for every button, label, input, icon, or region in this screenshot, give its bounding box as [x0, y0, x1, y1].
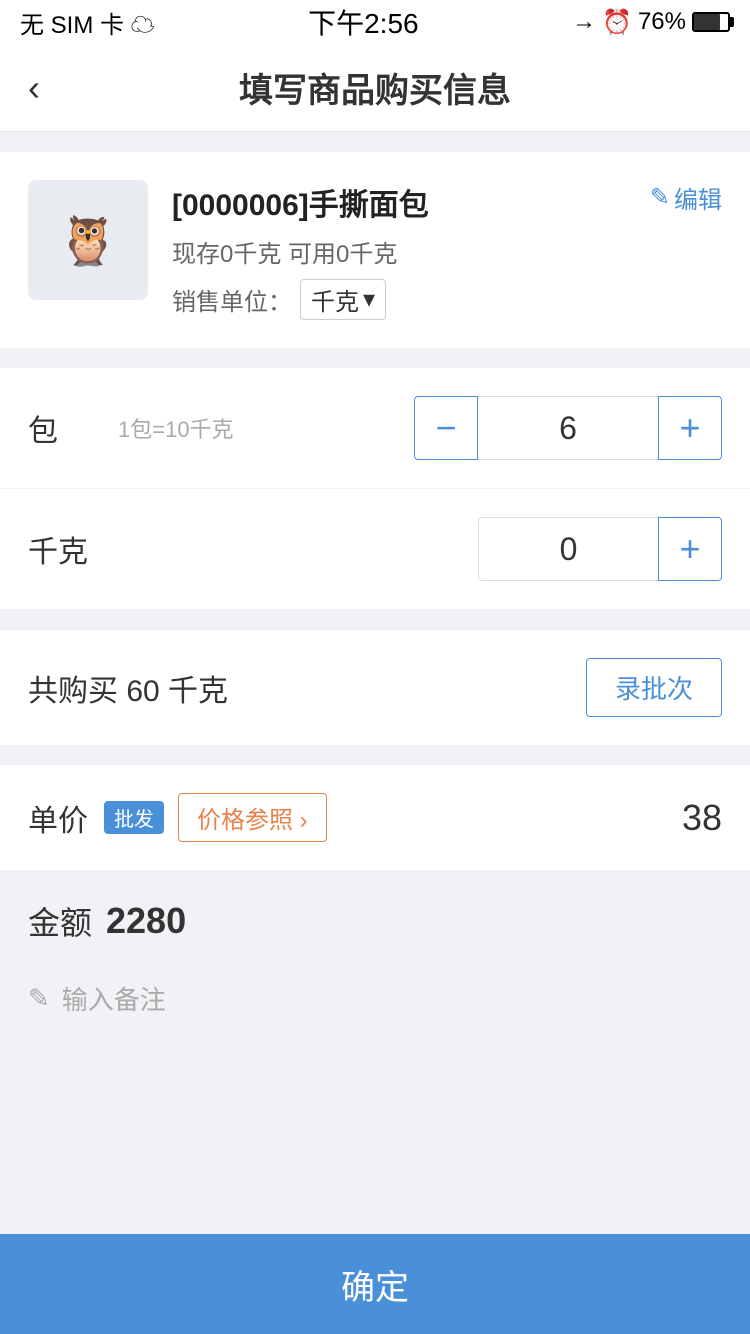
edit-label: 编辑: [674, 180, 722, 215]
product-logo: 🦉: [58, 212, 118, 269]
product-thumbnail: 🦉: [28, 180, 148, 300]
kg-plus-button[interactable]: +: [658, 517, 722, 581]
quantity-section: 包 1包=10千克 − + 千克 +: [0, 368, 750, 610]
quantity-kg-row: 千克 +: [0, 489, 750, 610]
batch-button[interactable]: 录批次: [586, 658, 722, 717]
battery-percent: 76%: [638, 8, 686, 36]
unit-select[interactable]: 千克 ▾: [300, 279, 386, 320]
total-row: 共购买 60 千克 录批次: [0, 630, 750, 745]
price-ref-button[interactable]: 价格参照 ›: [178, 793, 327, 842]
product-stock: 现存0千克 可用0千克: [172, 234, 722, 269]
edit-button[interactable]: ✎ 编辑: [650, 180, 722, 215]
pack-controls: − +: [414, 396, 722, 460]
amount-section: 金额 2280 ✎ 输入备注: [0, 870, 750, 1033]
quantity-pack-row: 包 1包=10千克 − +: [0, 368, 750, 489]
pack-plus-button[interactable]: +: [658, 396, 722, 460]
pack-minus-button[interactable]: −: [414, 396, 478, 460]
back-button[interactable]: ‹: [28, 67, 40, 109]
status-bar: 无 SIM 卡 ☁ 下午2:56 → ⏰ 76%: [0, 0, 750, 44]
amount-label: 金额: [28, 898, 92, 944]
signal-icon: →: [572, 8, 596, 36]
pack-hint: 1包=10千克: [118, 412, 414, 444]
product-card: 🦉 [0000006]手撕面包 现存0千克 可用0千克 销售单位： 千克 ▾ ✎…: [0, 152, 750, 348]
sim-label: 无 SIM 卡 ☁: [20, 5, 155, 40]
amount-row: 金额 2280: [28, 898, 722, 944]
nav-bar: ‹ 填写商品购买信息: [0, 44, 750, 132]
status-left: 无 SIM 卡 ☁: [20, 5, 155, 40]
product-name: [0000006]手撕面包: [172, 180, 722, 224]
price-section: 单价 批发 价格参照 › 38: [0, 765, 750, 870]
alarm-icon: ⏰: [602, 8, 632, 37]
total-text: 共购买 60 千克: [28, 666, 228, 710]
price-label: 单价: [28, 796, 88, 840]
chevron-down-icon: ▾: [363, 285, 375, 314]
status-right: → ⏰ 76%: [572, 8, 730, 37]
edit-icon: ✎: [650, 183, 670, 212]
kg-controls: +: [478, 517, 722, 581]
price-tag-batch: 批发: [104, 801, 164, 834]
unit-label: 销售单位：: [172, 282, 292, 317]
remark-placeholder: 输入备注: [62, 980, 166, 1017]
status-time: 下午2:56: [308, 2, 419, 42]
product-info: [0000006]手撕面包 现存0千克 可用0千克 销售单位： 千克 ▾: [172, 180, 722, 320]
amount-value: 2280: [106, 900, 186, 942]
pack-input[interactable]: [478, 396, 658, 460]
confirm-button[interactable]: 确定: [0, 1234, 750, 1334]
kg-input[interactable]: [478, 517, 658, 581]
product-unit-row: 销售单位： 千克 ▾: [172, 279, 722, 320]
remark-row[interactable]: ✎ 输入备注: [28, 964, 722, 1033]
page-title: 填写商品购买信息: [239, 63, 511, 112]
price-value: 38: [682, 797, 722, 839]
kg-label: 千克: [28, 527, 108, 571]
pack-label: 包: [28, 406, 108, 450]
remark-icon: ✎: [28, 983, 50, 1014]
battery-icon: [692, 12, 730, 32]
